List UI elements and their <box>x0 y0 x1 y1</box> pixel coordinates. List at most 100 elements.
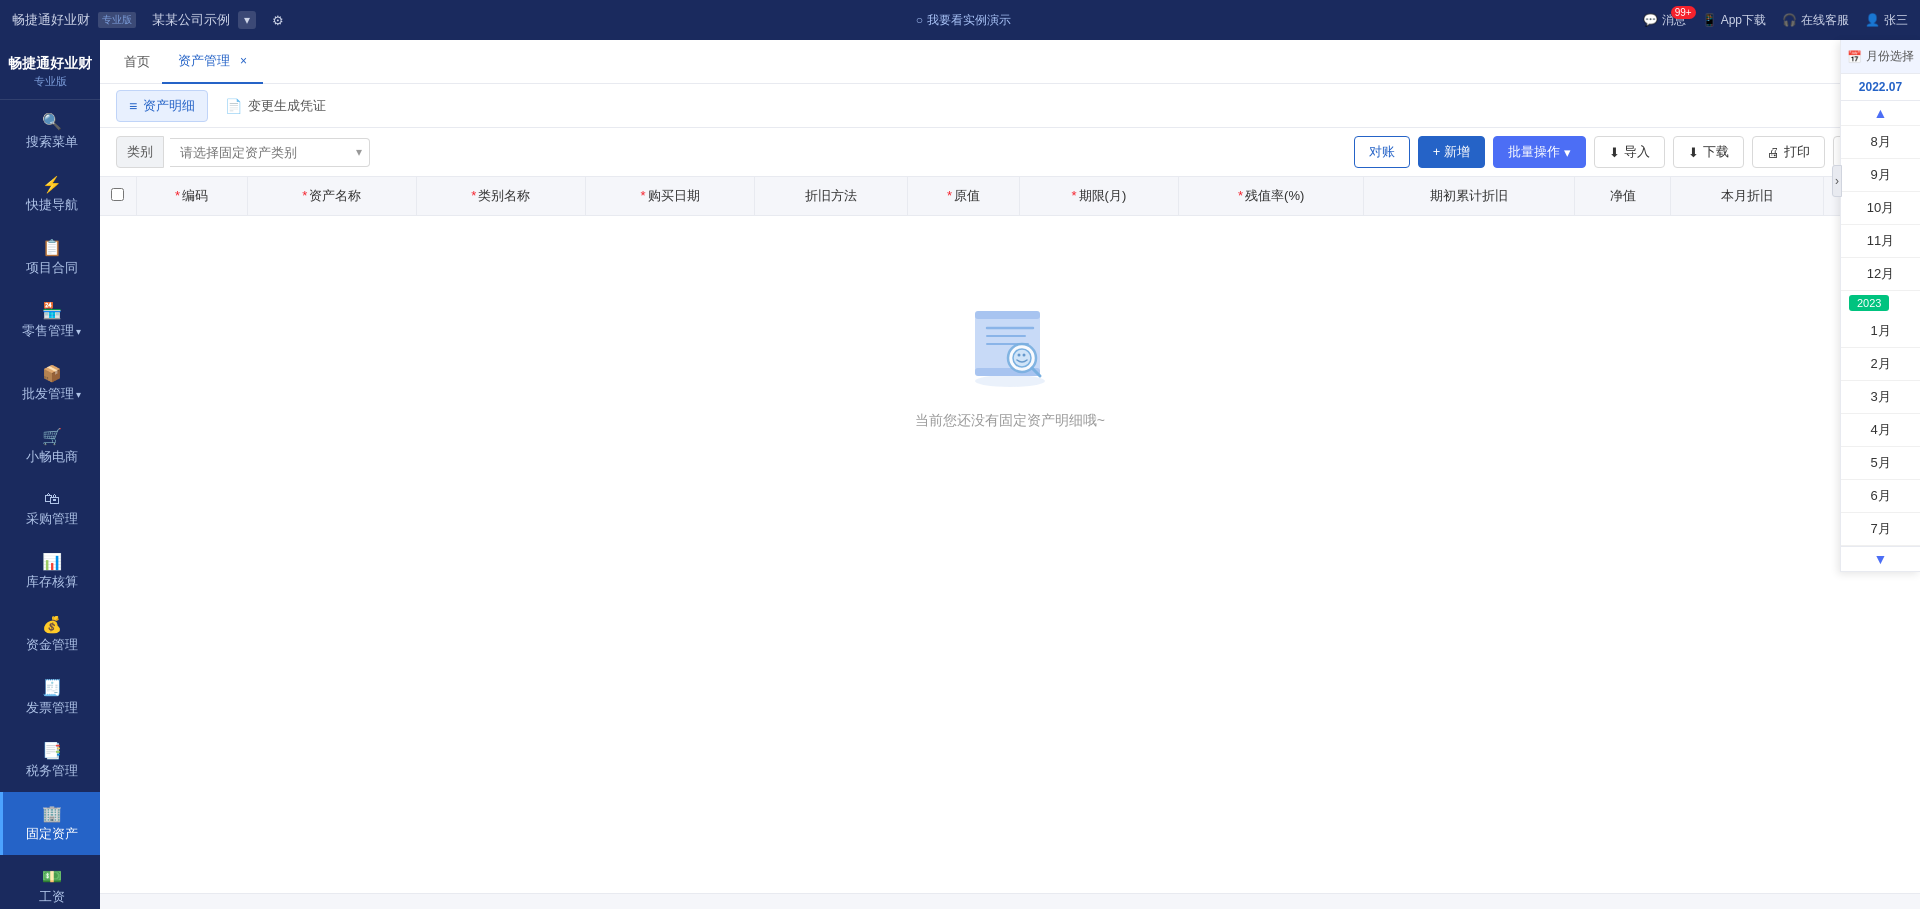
settings-icon[interactable]: ⚙ <box>272 13 284 28</box>
tab-label: 资产管理 <box>178 52 230 70</box>
sidebar-item-retail[interactable]: 🏪 零售管理 ▾ <box>0 289 100 352</box>
tax-icon: 📑 <box>42 741 62 760</box>
import-button[interactable]: ⬇ 导入 <box>1594 136 1665 168</box>
col-category: *类别名称 <box>416 177 585 216</box>
month-item-3[interactable]: 3月 <box>1841 381 1920 414</box>
online-service-button[interactable]: 🎧 在线客服 <box>1782 12 1849 29</box>
sidebar-item-label: 搜索菜单 <box>26 133 78 151</box>
month-item-1[interactable]: 1月 <box>1841 315 1920 348</box>
inventory-icon: 📊 <box>42 552 62 571</box>
document-icon: 📄 <box>225 98 242 114</box>
user-avatar[interactable]: 👤 张三 <box>1865 12 1908 29</box>
chevron-down-icon: ▾ <box>76 389 81 400</box>
sidebar-item-purchase[interactable]: 🛍 采购管理 <box>0 478 100 540</box>
month-item-5[interactable]: 5月 <box>1841 447 1920 480</box>
svg-point-10 <box>1017 354 1020 357</box>
month-item-9[interactable]: 9月 <box>1841 159 1920 192</box>
year-2023-badge: 2023 <box>1849 295 1889 311</box>
print-button[interactable]: 🖨 打印 <box>1752 136 1825 168</box>
month-item-7[interactable]: 7月 <box>1841 513 1920 546</box>
content-area: 首页 资产管理 × ✕ ⛶ ≡ 资产明细 📄 变更生成凭证 <box>100 40 1920 909</box>
month-scroll-down-button[interactable]: ▼ <box>1841 546 1920 571</box>
message-button[interactable]: 💬 消息 99+ <box>1643 12 1686 29</box>
demo-link[interactable]: ○ 我要看实例演示 <box>916 12 1011 29</box>
empty-illustration <box>950 296 1070 396</box>
search-icon: 🔍 <box>42 112 62 131</box>
wholesale-icon: 📦 <box>42 364 62 383</box>
month-item-10[interactable]: 10月 <box>1841 192 1920 225</box>
sidebar-item-fixed-assets[interactable]: 🏢 固定资产 <box>0 792 100 855</box>
logo-text: 畅捷通好业财 <box>8 54 92 72</box>
toolbar: 类别 ▾ 对账 + 新增 批量操作 ▾ ⬇ 导入 <box>100 128 1920 177</box>
sidebar-item-finance[interactable]: 💰 资金管理 <box>0 603 100 666</box>
tab-close-icon[interactable]: × <box>240 54 247 68</box>
sidebar-item-label: 工资 <box>39 888 65 906</box>
app-edition: 专业版 <box>98 12 136 28</box>
col-net-value: 净值 <box>1575 177 1671 216</box>
sidebar-item-label: 固定资产 <box>26 825 78 843</box>
sidebar-item-quick-nav[interactable]: ⚡ 快捷导航 <box>0 163 100 226</box>
retail-icon: 🏪 <box>42 301 62 320</box>
tab-home[interactable]: 首页 <box>112 40 162 84</box>
month-item-12[interactable]: 12月 <box>1841 258 1920 291</box>
import-label: 导入 <box>1624 143 1650 161</box>
filter-category: 类别 ▾ <box>116 136 370 168</box>
sidebar-item-search[interactable]: 🔍 搜索菜单 <box>0 100 100 163</box>
down-arrow-icon: ▼ <box>1874 551 1888 567</box>
company-dropdown[interactable]: ▾ <box>238 11 256 29</box>
bottom-scrollbar[interactable] <box>100 893 1920 909</box>
sidebar-item-label: 零售管理 <box>22 322 74 340</box>
month-item-6[interactable]: 6月 <box>1841 480 1920 513</box>
fixed-assets-icon: 🏢 <box>42 804 62 823</box>
add-button[interactable]: + 新增 <box>1418 136 1485 168</box>
select-all-header[interactable] <box>100 177 136 216</box>
user-icon: 👤 <box>1865 13 1880 27</box>
sub-tab-label: 资产明细 <box>143 97 195 115</box>
top-bar-left: 畅捷通好业财 专业版 某某公司示例 ▾ ⚙ <box>12 11 284 29</box>
ecommerce-icon: 🛒 <box>42 427 62 446</box>
sidebar-item-wholesale[interactable]: 📦 批发管理 ▾ <box>0 352 100 415</box>
month-item-4[interactable]: 4月 <box>1841 414 1920 447</box>
sidebar-item-inventory[interactable]: 📊 库存核算 <box>0 540 100 603</box>
month-panel: 📅 月份选择 2022.07 ▲ 8月 9月 10月 11月 12月 2023 … <box>1840 40 1920 572</box>
tab-bar: 首页 资产管理 × ✕ ⛶ <box>100 40 1920 84</box>
sidebar-item-invoice[interactable]: 🧾 发票管理 <box>0 666 100 729</box>
tab-asset-management[interactable]: 资产管理 × <box>162 40 263 84</box>
batch-button[interactable]: 批量操作 ▾ <box>1493 136 1586 168</box>
sidebar-item-label: 库存核算 <box>26 573 78 591</box>
list-icon: ≡ <box>129 98 137 114</box>
month-panel-collapse-button[interactable]: › <box>1832 165 1842 197</box>
col-period: *期限(月) <box>1019 177 1178 216</box>
message-icon: 💬 <box>1643 13 1658 27</box>
headset-icon: 🎧 <box>1782 13 1797 27</box>
download-button[interactable]: ⬇ 下载 <box>1673 136 1744 168</box>
sidebar-item-label: 快捷导航 <box>26 196 78 214</box>
month-item-8[interactable]: 8月 <box>1841 126 1920 159</box>
sub-tab-asset-detail[interactable]: ≡ 资产明细 <box>116 90 208 122</box>
sidebar-item-label: 批发管理 <box>22 385 74 403</box>
month-item-2[interactable]: 2月 <box>1841 348 1920 381</box>
select-all-checkbox[interactable] <box>111 188 124 201</box>
month-scroll-up-button[interactable]: ▲ <box>1841 101 1920 126</box>
app-download-button[interactable]: 📱 App下载 <box>1702 12 1766 29</box>
category-label: 类别 <box>116 136 164 168</box>
app-icon: 📱 <box>1702 13 1717 27</box>
sidebar-item-label: 项目合同 <box>26 259 78 277</box>
sidebar-item-label: 资金管理 <box>26 636 78 654</box>
category-input[interactable] <box>170 138 370 167</box>
app-download-label: App下载 <box>1721 12 1766 29</box>
sidebar-item-ecommerce[interactable]: 🛒 小畅电商 <box>0 415 100 478</box>
main-layout: 畅捷通好业财 专业版 🔍 搜索菜单 ⚡ 快捷导航 📋 项目合同 🏪 零售管理 ▾… <box>0 40 1920 909</box>
sidebar-item-salary[interactable]: 💵 工资 <box>0 855 100 909</box>
reconcile-button[interactable]: 对账 <box>1354 136 1410 168</box>
month-item-11[interactable]: 11月 <box>1841 225 1920 258</box>
sidebar-logo: 畅捷通好业财 专业版 <box>0 40 100 100</box>
sub-tab-label: 变更生成凭证 <box>248 97 326 115</box>
col-residual-rate: *残值率(%) <box>1179 177 1364 216</box>
sidebar-item-project[interactable]: 📋 项目合同 <box>0 226 100 289</box>
download-icon: ⬇ <box>1688 145 1699 160</box>
sidebar-item-tax[interactable]: 📑 税务管理 <box>0 729 100 792</box>
empty-text: 当前您还没有固定资产明细哦~ <box>915 412 1105 430</box>
table-area: *编码 *资产名称 *类别名称 *购买日期 折旧方法 *原值 *期限(月) *残… <box>100 177 1920 893</box>
sub-tab-change-voucher[interactable]: 📄 变更生成凭证 <box>212 90 339 122</box>
